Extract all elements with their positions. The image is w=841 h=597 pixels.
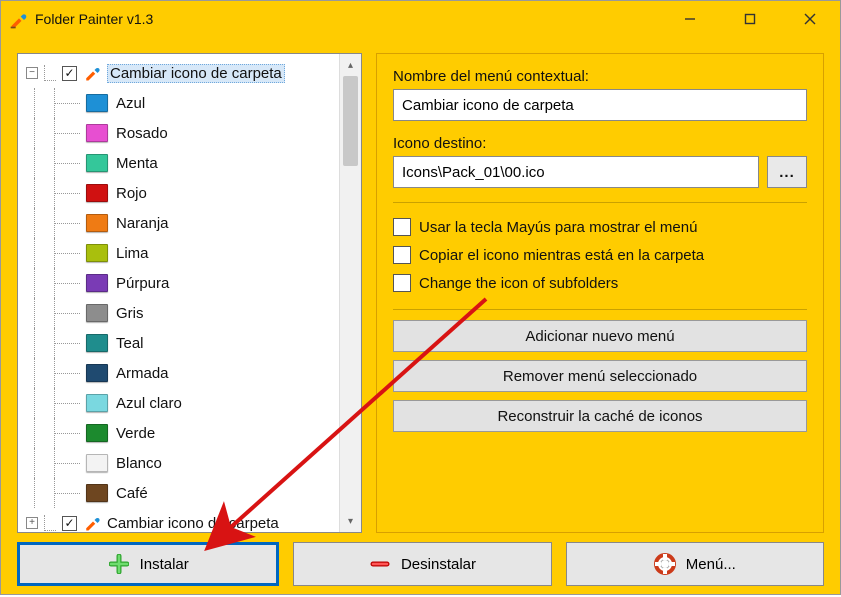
tree-item[interactable]: Rosado: [34, 118, 339, 148]
color-swatch-icon: [86, 394, 108, 412]
remove-menu-button[interactable]: Remover menú seleccionado: [393, 360, 807, 392]
bottom-toolbar: Instalar Desinstalar Menú...: [17, 542, 824, 588]
checkbox-icon[interactable]: ✓: [62, 516, 77, 531]
tree-item-label: Púrpura: [116, 275, 169, 292]
app-icon: [9, 10, 29, 28]
icon-dest-label: Icono destino:: [393, 135, 807, 152]
tree-item[interactable]: Armada: [34, 358, 339, 388]
opt-copy-row[interactable]: Copiar el icono mientras está en la carp…: [393, 241, 807, 269]
checkbox-icon[interactable]: [393, 274, 411, 292]
uninstall-button[interactable]: Desinstalar: [293, 542, 551, 586]
scroll-thumb[interactable]: [343, 76, 358, 166]
window-controls: [660, 1, 840, 37]
tree-item[interactable]: Naranja: [34, 208, 339, 238]
opt-copy-label: Copiar el icono mientras está en la carp…: [419, 247, 704, 264]
browse-button[interactable]: ...: [767, 156, 807, 188]
tree-item-label: Rosado: [116, 125, 168, 142]
scroll-down-icon[interactable]: ▾: [340, 510, 361, 532]
titlebar: Folder Painter v1.3: [1, 1, 840, 37]
color-swatch-icon: [86, 424, 108, 442]
plus-icon: [108, 553, 130, 575]
checkbox-icon[interactable]: ✓: [62, 66, 77, 81]
tree-item-label: Azul claro: [116, 395, 182, 412]
context-name-input[interactable]: [393, 89, 807, 121]
tree-item[interactable]: Verde: [34, 418, 339, 448]
maximize-button[interactable]: [720, 1, 780, 37]
tree-item[interactable]: Rojo: [34, 178, 339, 208]
tree-item[interactable]: Teal: [34, 328, 339, 358]
tree-root-1[interactable]: − ✓ Cambiar icono de carpeta: [26, 58, 339, 88]
color-swatch-icon: [86, 484, 108, 502]
tree-item[interactable]: Café: [34, 478, 339, 508]
minimize-button[interactable]: [660, 1, 720, 37]
settings-panel: Nombre del menú contextual: Icono destin…: [376, 53, 824, 533]
opt-subfolders-row[interactable]: Change the icon of subfolders: [393, 269, 807, 297]
color-swatch-icon: [86, 454, 108, 472]
tree-item-label: Rojo: [116, 185, 147, 202]
color-swatch-icon: [86, 124, 108, 142]
color-swatch-icon: [86, 274, 108, 292]
tree-item[interactable]: Azul claro: [34, 388, 339, 418]
window-title: Folder Painter v1.3: [35, 11, 153, 27]
tree-root-label: Cambiar icono de carpeta: [107, 64, 285, 83]
color-swatch-icon: [86, 214, 108, 232]
tree-root-label: Cambiar icono de carpeta: [107, 515, 279, 532]
tree-item-label: Menta: [116, 155, 158, 172]
color-swatch-icon: [86, 334, 108, 352]
install-button[interactable]: Instalar: [17, 542, 279, 586]
tree-item[interactable]: Blanco: [34, 448, 339, 478]
collapse-icon[interactable]: −: [26, 67, 38, 79]
opt-shift-label: Usar la tecla Mayús para mostrar el menú: [419, 219, 697, 236]
install-label: Instalar: [140, 556, 189, 573]
menu-label: Menú...: [686, 556, 736, 573]
menu-button[interactable]: Menú...: [566, 542, 824, 586]
brush-icon: [83, 64, 103, 82]
tree-children: Azul Rosado Menta Rojo Naranja Lima Púrpura Gri…: [34, 88, 339, 508]
tree-item-label: Azul: [116, 95, 145, 112]
tree-item[interactable]: Gris: [34, 298, 339, 328]
tree-item-label: Teal: [116, 335, 144, 352]
scroll-up-icon[interactable]: ▴: [340, 54, 361, 76]
tree-item[interactable]: Púrpura: [34, 268, 339, 298]
color-swatch-icon: [86, 244, 108, 262]
tree-item-label: Naranja: [116, 215, 169, 232]
tree-item-label: Verde: [116, 425, 155, 442]
tree-item-label: Café: [116, 485, 148, 502]
tree-item[interactable]: Menta: [34, 148, 339, 178]
color-swatch-icon: [86, 304, 108, 322]
tree-root-2[interactable]: + ✓ Cambiar icono de carpeta: [26, 508, 339, 532]
tree-item-label: Lima: [116, 245, 149, 262]
vertical-scrollbar[interactable]: ▴ ▾: [339, 54, 361, 532]
rebuild-cache-button[interactable]: Reconstruir la caché de iconos: [393, 400, 807, 432]
tree-item[interactable]: Lima: [34, 238, 339, 268]
color-swatch-icon: [86, 364, 108, 382]
minus-icon: [369, 553, 391, 575]
icon-dest-input[interactable]: [393, 156, 759, 188]
close-button[interactable]: [780, 1, 840, 37]
tree-item[interactable]: Azul: [34, 88, 339, 118]
uninstall-label: Desinstalar: [401, 556, 476, 573]
app-window: Folder Painter v1.3 − ✓ Cambiar ico: [0, 0, 841, 595]
color-swatch-icon: [86, 184, 108, 202]
color-swatch-icon: [86, 94, 108, 112]
lifebuoy-icon: [654, 553, 676, 575]
tree-item-label: Blanco: [116, 455, 162, 472]
color-swatch-icon: [86, 154, 108, 172]
checkbox-icon[interactable]: [393, 218, 411, 236]
tree-panel: − ✓ Cambiar icono de carpeta Azul Rosado M…: [17, 53, 362, 533]
opt-shift-row[interactable]: Usar la tecla Mayús para mostrar el menú: [393, 213, 807, 241]
checkbox-icon[interactable]: [393, 246, 411, 264]
tree-item-label: Gris: [116, 305, 144, 322]
expand-icon[interactable]: +: [26, 517, 38, 529]
tree-view[interactable]: − ✓ Cambiar icono de carpeta Azul Rosado M…: [18, 54, 339, 532]
opt-subfolders-label: Change the icon of subfolders: [419, 275, 618, 292]
add-menu-button[interactable]: Adicionar nuevo menú: [393, 320, 807, 352]
brush-icon: [83, 514, 103, 532]
context-name-label: Nombre del menú contextual:: [393, 68, 807, 85]
tree-item-label: Armada: [116, 365, 169, 382]
